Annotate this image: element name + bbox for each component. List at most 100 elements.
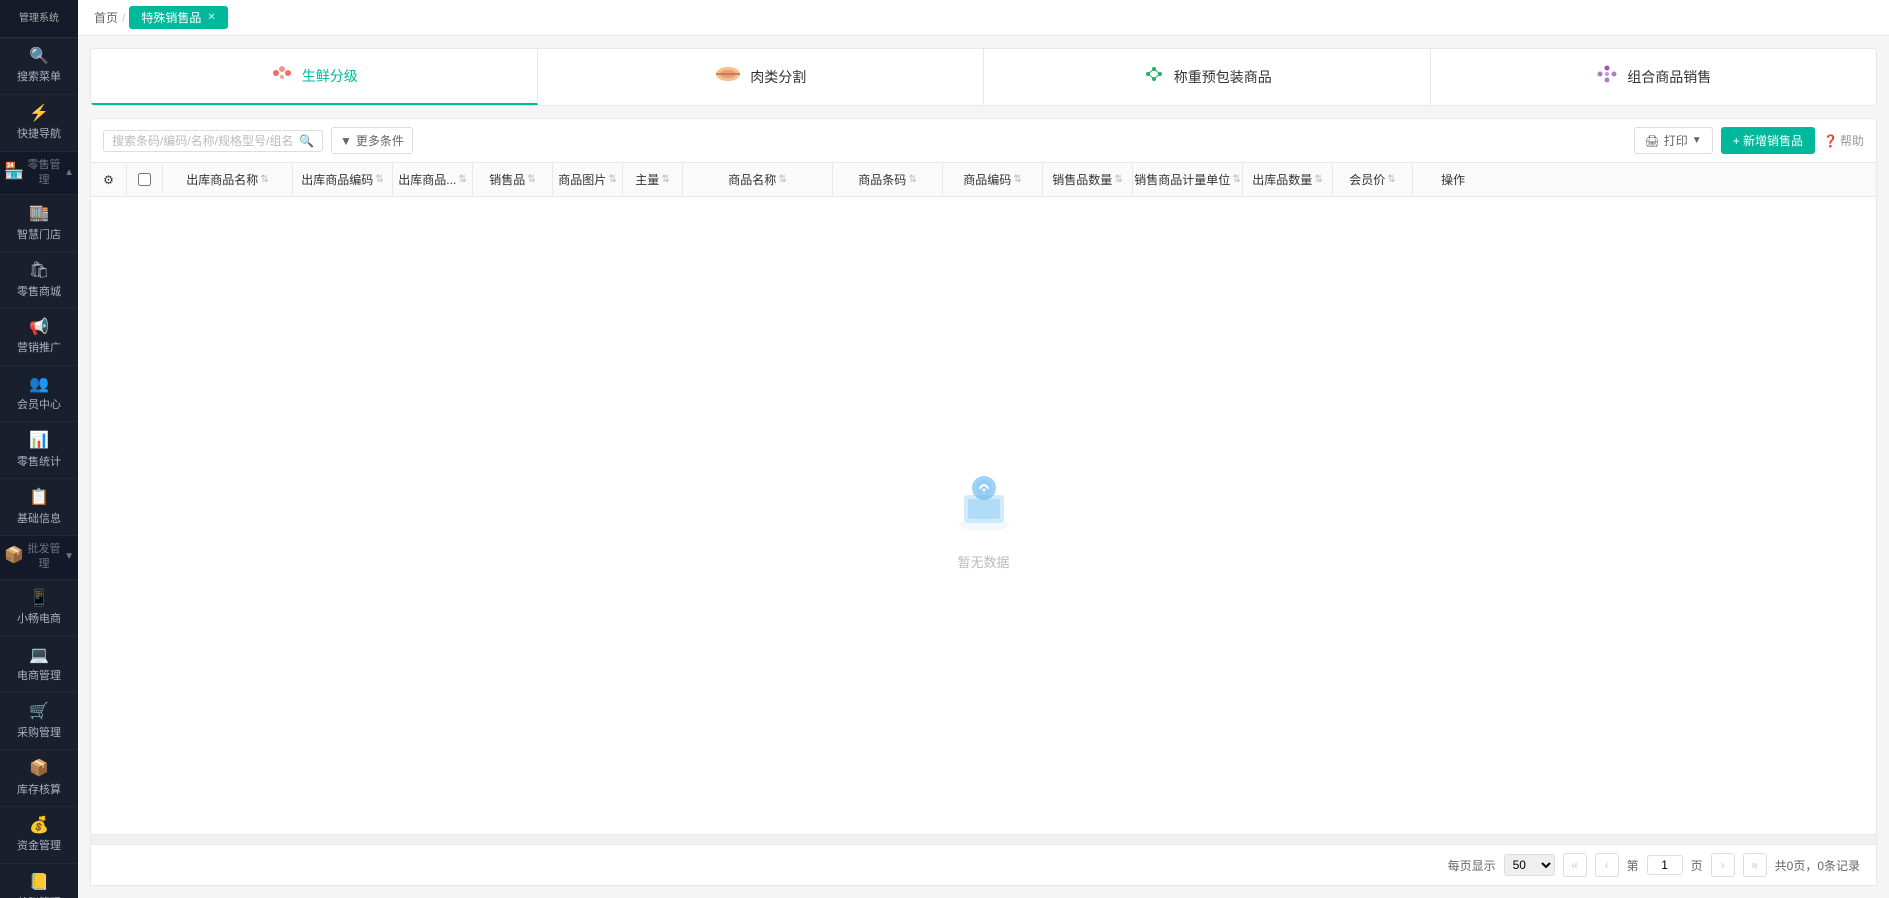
fresh-grade-label: 生鲜分级 bbox=[302, 66, 358, 86]
main-content: 首页 / 特殊销售品 ✕ 生鲜分级 bbox=[78, 0, 1889, 898]
smart-store-icon: 🏬 bbox=[29, 203, 49, 225]
th-item-code: 商品编码 ⇅ bbox=[943, 163, 1043, 196]
tab-fresh-grade[interactable]: 生鲜分级 bbox=[91, 49, 538, 105]
new-sale-item-button[interactable]: + 新增销售品 bbox=[1721, 127, 1815, 154]
print-icon: 🖨 bbox=[1645, 134, 1660, 148]
per-page-select[interactable]: 50 10 20 100 bbox=[1504, 854, 1555, 876]
search-input[interactable] bbox=[112, 134, 295, 148]
toolbar-right: 🖨 打印 ▼ + 新增销售品 ❓ 帮助 bbox=[1634, 127, 1864, 154]
finance-icon: 💰 bbox=[29, 815, 49, 837]
sidebar-item-wholesale-mgmt[interactable]: 📦 批发管理 ▼ bbox=[0, 536, 78, 580]
page-number-input[interactable] bbox=[1647, 855, 1683, 875]
th-sale-unit: 销售商品计量单位 ⇅ bbox=[1133, 163, 1243, 196]
help-button[interactable]: ❓ 帮助 bbox=[1823, 132, 1864, 149]
empty-text: 暂无数据 bbox=[957, 552, 1009, 571]
horizontal-scrollbar[interactable] bbox=[90, 835, 1877, 845]
first-page-button[interactable]: « bbox=[1563, 853, 1587, 877]
sort-icon-barcode[interactable]: ⇅ bbox=[908, 174, 916, 185]
filter-label: 更多条件 bbox=[356, 132, 404, 149]
th-item-name: 商品名称 ⇅ bbox=[683, 163, 833, 196]
sort-icon-out-qty[interactable]: ⇅ bbox=[1314, 174, 1322, 185]
th-out-qty: 出库品数量 ⇅ bbox=[1243, 163, 1333, 196]
retail-mgmt-icon: 🏪 bbox=[4, 161, 24, 183]
table-header: ⚙ 出库商品名称 ⇅ 出库商品编码 ⇅ 出库商品... ⇅ bbox=[91, 163, 1876, 197]
sort-icon-member-price[interactable]: ⇅ bbox=[1387, 174, 1395, 185]
sort-icon-item-img[interactable]: ⇅ bbox=[608, 174, 616, 185]
print-arrow-icon: ▼ bbox=[1692, 135, 1702, 146]
sidebar-item-mini-shop[interactable]: 📱 小畅电商 bbox=[0, 580, 78, 637]
search-box[interactable]: 🔍 bbox=[103, 130, 323, 152]
last-page-button[interactable]: » bbox=[1743, 853, 1767, 877]
th-member-price: 会员价 ⇅ bbox=[1333, 163, 1413, 196]
sidebar-item-retail-stats[interactable]: 📊 零售统计 bbox=[0, 422, 78, 479]
members-icon: 👥 bbox=[29, 374, 49, 396]
sidebar-item-basic-info[interactable]: 📋 基础信息 bbox=[0, 479, 78, 536]
ecommerce-mgmt-icon: 💻 bbox=[29, 645, 49, 667]
sort-icon-item-code[interactable]: ⇅ bbox=[1013, 174, 1021, 185]
sidebar-item-smart-store[interactable]: 🏬 智慧门店 bbox=[0, 195, 78, 252]
th-out-code: 出库商品编码 ⇅ bbox=[293, 163, 393, 196]
th-item-img: 商品图片 ⇅ bbox=[553, 163, 623, 196]
page-prefix-label: 第 bbox=[1627, 857, 1639, 874]
tab-meat-cut[interactable]: 肉类分割 bbox=[538, 49, 985, 105]
function-tabs: 生鲜分级 肉类分割 bbox=[90, 48, 1877, 106]
sort-icon-main-weight[interactable]: ⇅ bbox=[661, 174, 669, 185]
wholesale-mgmt-icon: 📦 bbox=[4, 545, 24, 567]
sidebar-logo: 管理系统 bbox=[0, 0, 78, 38]
print-label: 打印 bbox=[1664, 132, 1688, 149]
breadcrumb-home[interactable]: 首页 bbox=[94, 9, 118, 26]
sidebar-item-ecommerce-mgmt[interactable]: 💻 电商管理 bbox=[0, 637, 78, 694]
meat-cut-icon bbox=[714, 64, 742, 90]
toolbar: 🔍 ▼ 更多条件 🖨 打印 ▼ + 新增销售品 ❓ 帮助 bbox=[90, 118, 1877, 162]
tab-combo-sale[interactable]: 组合商品销售 bbox=[1431, 49, 1877, 105]
sidebar-item-search-menu[interactable]: 🔍 搜索菜单 bbox=[0, 38, 78, 95]
sort-icon-sale-item[interactable]: ⇅ bbox=[527, 174, 535, 185]
sidebar-item-general-ledger[interactable]: 📒 总账管理 bbox=[0, 864, 78, 898]
th-checkbox[interactable] bbox=[127, 165, 163, 194]
sidebar-item-retail-mall[interactable]: 🛍 零售商城 bbox=[0, 252, 78, 309]
th-barcode: 商品条码 ⇅ bbox=[833, 163, 943, 196]
prev-page-button[interactable]: ‹ bbox=[1595, 853, 1619, 877]
help-icon: ❓ bbox=[1823, 134, 1838, 148]
sidebar-item-purchase-mgmt[interactable]: 🛒 采购管理 bbox=[0, 693, 78, 750]
next-page-button[interactable]: › bbox=[1711, 853, 1735, 877]
sort-icon-out-code[interactable]: ⇅ bbox=[375, 174, 383, 185]
search-menu-icon: 🔍 bbox=[29, 46, 49, 68]
select-all-checkbox[interactable] bbox=[138, 173, 151, 186]
sidebar-item-promo[interactable]: 📢 营销推广 bbox=[0, 309, 78, 366]
th-out-spec: 出库商品... ⇅ bbox=[393, 163, 473, 196]
sidebar-item-quick-nav[interactable]: ⚡ 快捷导航 bbox=[0, 95, 78, 152]
print-button[interactable]: 🖨 打印 ▼ bbox=[1634, 127, 1713, 154]
retail-mgmt-arrow: ▲ bbox=[64, 166, 74, 180]
active-tab[interactable]: 特殊销售品 ✕ bbox=[129, 6, 227, 29]
quick-nav-icon: ⚡ bbox=[29, 103, 49, 125]
sort-icon-item-name[interactable]: ⇅ bbox=[778, 174, 786, 185]
sort-icon-sale-qty[interactable]: ⇅ bbox=[1114, 174, 1122, 185]
mini-shop-icon: 📱 bbox=[29, 588, 49, 610]
sort-icon-out-name[interactable]: ⇅ bbox=[260, 174, 268, 185]
th-action: 操作 bbox=[1413, 163, 1493, 196]
top-nav: 首页 / 特殊销售品 ✕ bbox=[78, 0, 1889, 36]
settings-icon[interactable]: ⚙ bbox=[103, 173, 114, 187]
help-label: 帮助 bbox=[1840, 132, 1864, 149]
sort-icon-sale-unit[interactable]: ⇅ bbox=[1232, 174, 1240, 185]
search-icon[interactable]: 🔍 bbox=[299, 134, 314, 148]
tab-close-icon[interactable]: ✕ bbox=[207, 12, 215, 23]
active-tab-label: 特殊销售品 bbox=[141, 9, 201, 26]
general-ledger-icon: 📒 bbox=[29, 872, 49, 894]
th-settings[interactable]: ⚙ bbox=[91, 165, 127, 195]
sidebar-item-retail-mgmt[interactable]: 🏪 零售管理 ▲ bbox=[0, 152, 78, 196]
retail-mall-icon: 🛍 bbox=[29, 260, 49, 282]
tab-scale-pack[interactable]: 称重预包装商品 bbox=[984, 49, 1431, 105]
retail-stats-icon: 📊 bbox=[29, 430, 49, 452]
th-sale-item: 销售品 ⇅ bbox=[473, 163, 553, 196]
basic-info-icon: 📋 bbox=[29, 487, 49, 509]
sidebar-item-inventory[interactable]: 📦 库存核算 bbox=[0, 750, 78, 807]
fresh-grade-icon bbox=[270, 61, 294, 91]
sidebar-item-members[interactable]: 👥 会员中心 bbox=[0, 366, 78, 423]
sort-icon-out-spec[interactable]: ⇅ bbox=[458, 174, 466, 185]
table-wrapper: ⚙ 出库商品名称 ⇅ 出库商品编码 ⇅ 出库商品... ⇅ bbox=[90, 162, 1877, 835]
sidebar-item-finance[interactable]: 💰 资金管理 bbox=[0, 807, 78, 864]
filter-button[interactable]: ▼ 更多条件 bbox=[331, 127, 413, 154]
th-main-weight: 主量 ⇅ bbox=[623, 163, 683, 196]
